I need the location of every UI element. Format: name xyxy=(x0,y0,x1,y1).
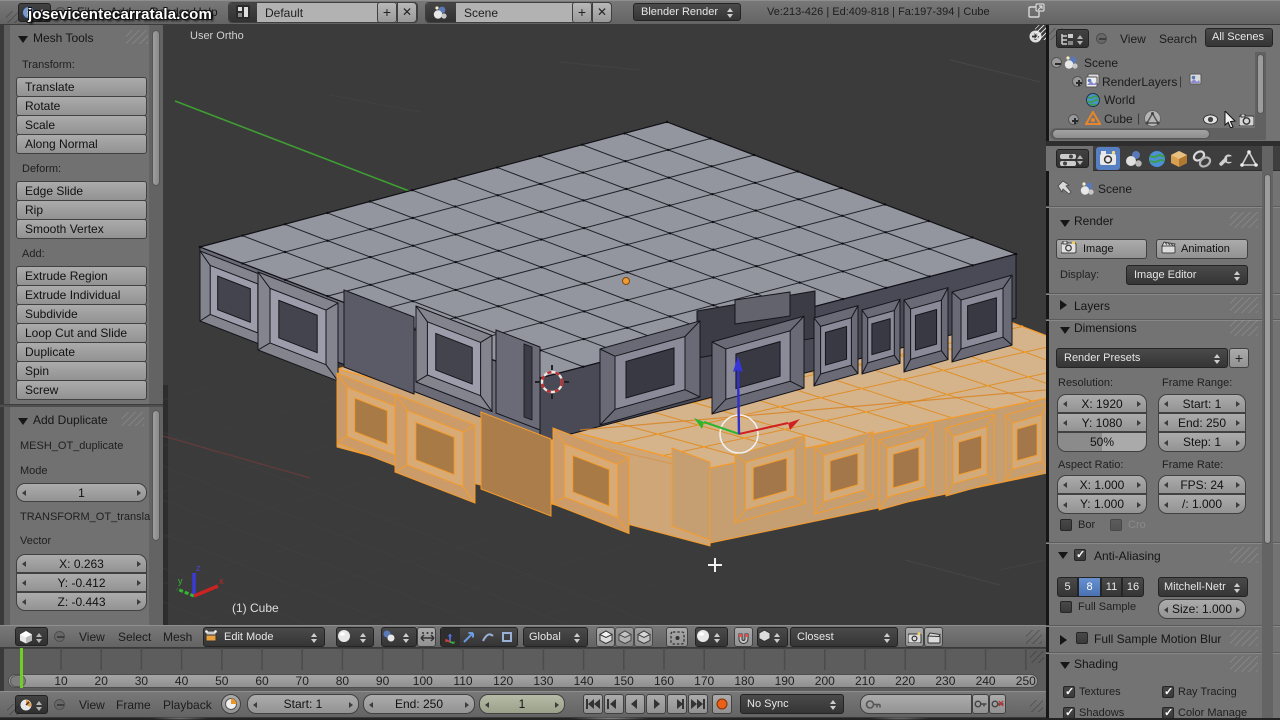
svg-text:240: 240 xyxy=(976,674,996,688)
svg-text:220: 220 xyxy=(895,674,915,688)
svg-text:190: 190 xyxy=(775,674,795,688)
svg-text:z: z xyxy=(196,563,201,573)
svg-text:150: 150 xyxy=(614,674,634,688)
svg-text:x: x xyxy=(219,576,224,586)
svg-text:140: 140 xyxy=(574,674,594,688)
svg-text:120: 120 xyxy=(493,674,513,688)
svg-text:210: 210 xyxy=(855,674,875,688)
svg-text:110: 110 xyxy=(453,674,472,688)
svg-text:80: 80 xyxy=(336,674,350,688)
svg-text:100: 100 xyxy=(413,674,433,688)
svg-text:160: 160 xyxy=(654,674,674,688)
svg-text:180: 180 xyxy=(734,674,754,688)
svg-text:30: 30 xyxy=(135,674,149,688)
svg-text:y: y xyxy=(178,576,183,586)
svg-text:170: 170 xyxy=(694,674,714,688)
svg-text:130: 130 xyxy=(533,674,553,688)
svg-text:200: 200 xyxy=(815,674,835,688)
svg-text:90: 90 xyxy=(376,674,390,688)
svg-text:40: 40 xyxy=(175,674,189,688)
svg-text:230: 230 xyxy=(935,674,955,688)
svg-text:50: 50 xyxy=(215,674,229,688)
svg-text:10: 10 xyxy=(54,674,68,688)
svg-text:20: 20 xyxy=(95,674,109,688)
svg-text:250: 250 xyxy=(1016,674,1036,688)
svg-text:70: 70 xyxy=(296,674,310,688)
svg-text:60: 60 xyxy=(255,674,269,688)
